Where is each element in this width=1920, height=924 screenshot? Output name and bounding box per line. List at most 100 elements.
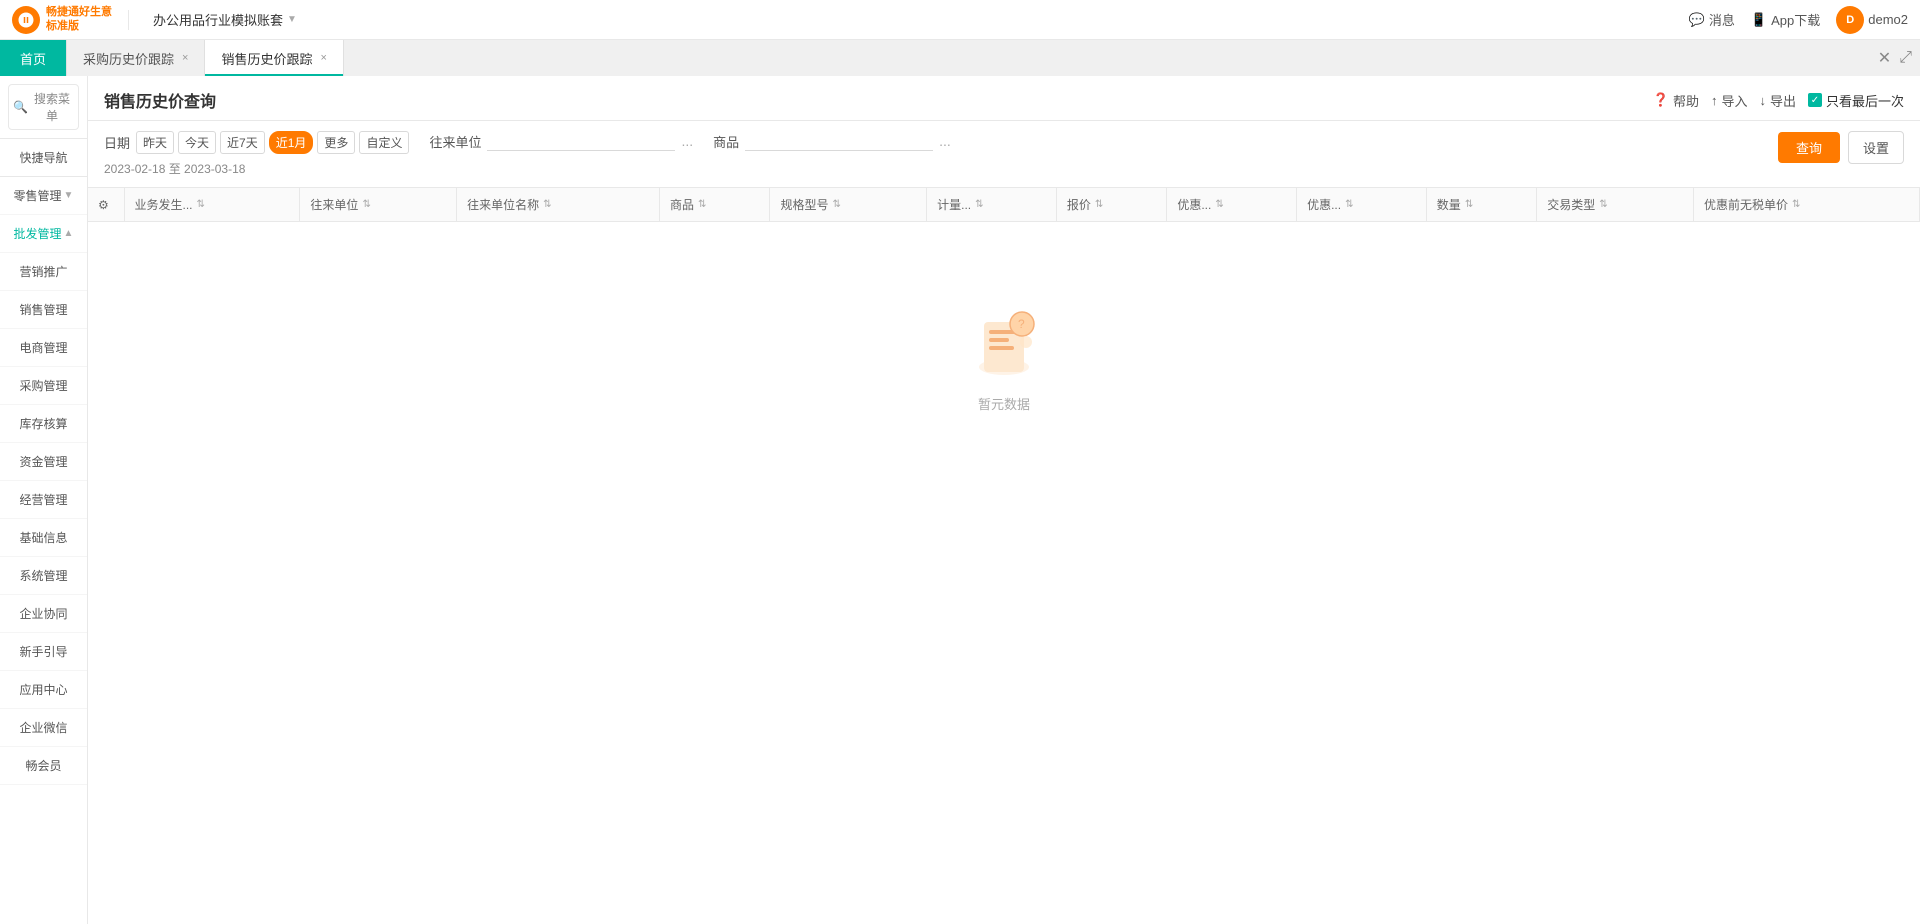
help-button[interactable]: ❓ 帮助 bbox=[1653, 91, 1699, 110]
tab-purchase-history-close[interactable]: × bbox=[182, 52, 188, 64]
th-spec: 规格型号 ⇅ bbox=[770, 188, 927, 222]
close-all-tabs-button[interactable]: ✕ bbox=[1878, 48, 1891, 68]
sort-icon[interactable]: ⇅ bbox=[1465, 199, 1473, 210]
sidebar-item-guide[interactable]: 新手引导 bbox=[0, 633, 87, 671]
checkbox-icon: ✓ bbox=[1808, 93, 1822, 107]
date-filter-group: 日期 昨天 今天 近7天 近1月 更多 自定义 2023-02-18 至 202… bbox=[104, 131, 409, 177]
user-profile[interactable]: D demo2 bbox=[1836, 6, 1908, 34]
date-btn-custom[interactable]: 自定义 bbox=[359, 131, 409, 154]
sort-icon[interactable]: ⇅ bbox=[1215, 199, 1223, 210]
sidebar-item-sales-mgmt[interactable]: 销售管理 bbox=[0, 291, 87, 329]
sort-icon[interactable]: ⇅ bbox=[1792, 199, 1800, 210]
export-button[interactable]: ↓ 导出 bbox=[1759, 91, 1796, 110]
sidebar-item-member[interactable]: 畅会员 bbox=[0, 747, 87, 785]
th-unit: 计量... ⇅ bbox=[927, 188, 1057, 222]
date-btn-more[interactable]: 更多 bbox=[317, 131, 355, 154]
tab-purchase-history[interactable]: 采购历史价跟踪 × bbox=[67, 40, 205, 76]
sort-icon[interactable]: ⇅ bbox=[1599, 199, 1607, 210]
sidebar-system-label: 系统管理 bbox=[19, 569, 67, 583]
main-layout: 🔍 搜索菜单 快捷导航 零售管理 ▼ 批发管理 ▲ 营销推广 销售管理 电商管理… bbox=[0, 76, 1920, 924]
product-filter-label: 商品 bbox=[713, 132, 739, 151]
expand-button[interactable]: ⤢ bbox=[1899, 49, 1912, 67]
sort-icon[interactable]: ⇅ bbox=[1095, 199, 1103, 210]
tab-sales-history[interactable]: 销售历史价跟踪 × bbox=[205, 40, 343, 76]
message-label: 消息 bbox=[1709, 10, 1735, 29]
query-button[interactable]: 查询 bbox=[1778, 132, 1840, 163]
sidebar-item-retail[interactable]: 零售管理 ▼ bbox=[0, 177, 87, 215]
th-trade-type: 交易类型 ⇅ bbox=[1537, 188, 1694, 222]
data-table: ⚙ 业务发生... ⇅ 往来单 bbox=[88, 188, 1920, 222]
table-wrapper: ⚙ 业务发生... ⇅ 往来单 bbox=[88, 188, 1920, 493]
app-download-label: App下载 bbox=[1771, 10, 1820, 29]
message-button[interactable]: 💬 消息 bbox=[1689, 10, 1735, 29]
sidebar-guide-label: 新手引导 bbox=[19, 645, 67, 659]
content-area: 销售历史价查询 ❓ 帮助 ↑ 导入 ↓ 导出 ✓ bbox=[88, 76, 1920, 924]
sidebar-item-wholesale[interactable]: 批发管理 ▲ bbox=[0, 215, 87, 253]
sidebar-item-ecommerce[interactable]: 电商管理 bbox=[0, 329, 87, 367]
sidebar-wholesale-label: 批发管理 bbox=[14, 225, 62, 242]
import-label: 导入 bbox=[1721, 91, 1747, 110]
app-selector[interactable]: 办公用品行业模拟账套 ▼ bbox=[145, 6, 305, 33]
sort-icon[interactable]: ⇅ bbox=[698, 199, 706, 210]
only-last-checkbox[interactable]: ✓ 只看最后一次 bbox=[1808, 91, 1904, 110]
help-label: 帮助 bbox=[1673, 91, 1699, 110]
th-pre-tax-price: 优惠前无税单价 ⇅ bbox=[1693, 188, 1919, 222]
date-btn-today[interactable]: 今天 bbox=[178, 131, 216, 154]
sidebar-item-basic-info[interactable]: 基础信息 bbox=[0, 519, 87, 557]
page-header-actions: ❓ 帮助 ↑ 导入 ↓ 导出 ✓ 只看最后一次 bbox=[1653, 91, 1904, 110]
sort-icon[interactable]: ⇅ bbox=[1345, 199, 1353, 210]
product-dots[interactable]: ... bbox=[939, 133, 951, 149]
sort-icon[interactable]: ⇅ bbox=[543, 199, 551, 210]
sort-icon[interactable]: ⇅ bbox=[975, 199, 983, 210]
filter-action-buttons: 查询 设置 bbox=[1778, 131, 1904, 164]
sort-icon[interactable]: ⇅ bbox=[197, 199, 205, 210]
settings-button[interactable]: 设置 bbox=[1848, 131, 1904, 164]
partner-filter-group: 往来单位 ... bbox=[429, 131, 693, 151]
topbar-divider bbox=[128, 10, 129, 30]
sort-icon[interactable]: ⇅ bbox=[362, 199, 370, 210]
import-button[interactable]: ↑ 导入 bbox=[1711, 91, 1748, 110]
sidebar-item-marketing[interactable]: 营销推广 bbox=[0, 253, 87, 291]
sidebar-item-inventory[interactable]: 库存核算 bbox=[0, 405, 87, 443]
page-title: 销售历史价查询 bbox=[104, 88, 216, 112]
logo-area: 畅捷通好生意 标准版 bbox=[12, 6, 112, 34]
app-download-button[interactable]: 📱 App下载 bbox=[1751, 10, 1820, 29]
date-btn-yesterday[interactable]: 昨天 bbox=[136, 131, 174, 154]
sidebar-item-operations[interactable]: 经营管理 bbox=[0, 481, 87, 519]
sort-icon[interactable]: ⇅ bbox=[832, 199, 840, 210]
sidebar-item-finance[interactable]: 资金管理 bbox=[0, 443, 87, 481]
sidebar-item-quick-nav[interactable]: 快捷导航 bbox=[0, 139, 87, 177]
sidebar-purchase-label: 采购管理 bbox=[19, 379, 67, 393]
product-filter-group: 商品 ... bbox=[713, 131, 951, 151]
sidebar-item-purchase[interactable]: 采购管理 bbox=[0, 367, 87, 405]
date-btn-1month[interactable]: 近1月 bbox=[269, 131, 314, 154]
sidebar-item-wechat[interactable]: 企业微信 bbox=[0, 709, 87, 747]
sidebar-item-enterprise[interactable]: 企业协同 bbox=[0, 595, 87, 633]
partner-input[interactable] bbox=[487, 131, 675, 151]
tab-home[interactable]: 首页 bbox=[0, 40, 67, 76]
sidebar-item-appstore[interactable]: 应用中心 bbox=[0, 671, 87, 709]
download-icon: 📱 bbox=[1751, 12, 1767, 28]
topbar: 畅捷通好生意 标准版 办公用品行业模拟账套 ▼ 💬 消息 📱 App下载 D d… bbox=[0, 0, 1920, 40]
product-input[interactable] bbox=[745, 131, 933, 151]
tab-sales-history-close[interactable]: × bbox=[320, 52, 326, 64]
page-container: 销售历史价查询 ❓ 帮助 ↑ 导入 ↓ 导出 ✓ bbox=[88, 76, 1920, 924]
th-quantity: 数量 ⇅ bbox=[1426, 188, 1536, 222]
empty-state: ? 暂元数据 bbox=[88, 222, 1920, 493]
sidebar-member-label: 畅会员 bbox=[25, 759, 61, 773]
chevron-down-icon: ▼ bbox=[287, 14, 297, 25]
th-product: 商品 ⇅ bbox=[659, 188, 769, 222]
sidebar-marketing-label: 营销推广 bbox=[19, 265, 67, 279]
th-discount1: 优惠... ⇅ bbox=[1167, 188, 1297, 222]
sidebar-basic-info-label: 基础信息 bbox=[19, 531, 67, 545]
partner-dots[interactable]: ... bbox=[681, 133, 693, 149]
table-area: ⚙ 业务发生... ⇅ 往来单 bbox=[88, 188, 1920, 924]
sidebar-operations-label: 经营管理 bbox=[19, 493, 67, 507]
date-buttons: 昨天 今天 近7天 近1月 更多 自定义 bbox=[136, 131, 409, 154]
sidebar-item-system[interactable]: 系统管理 bbox=[0, 557, 87, 595]
th-partner-code: 往来单位 ⇅ bbox=[300, 188, 457, 222]
search-menu-button[interactable]: 🔍 搜索菜单 bbox=[8, 84, 79, 130]
date-btn-7days[interactable]: 近7天 bbox=[220, 131, 265, 154]
sidebar-retail-label: 零售管理 bbox=[14, 187, 62, 204]
settings-icon[interactable]: ⚙ bbox=[98, 198, 109, 212]
